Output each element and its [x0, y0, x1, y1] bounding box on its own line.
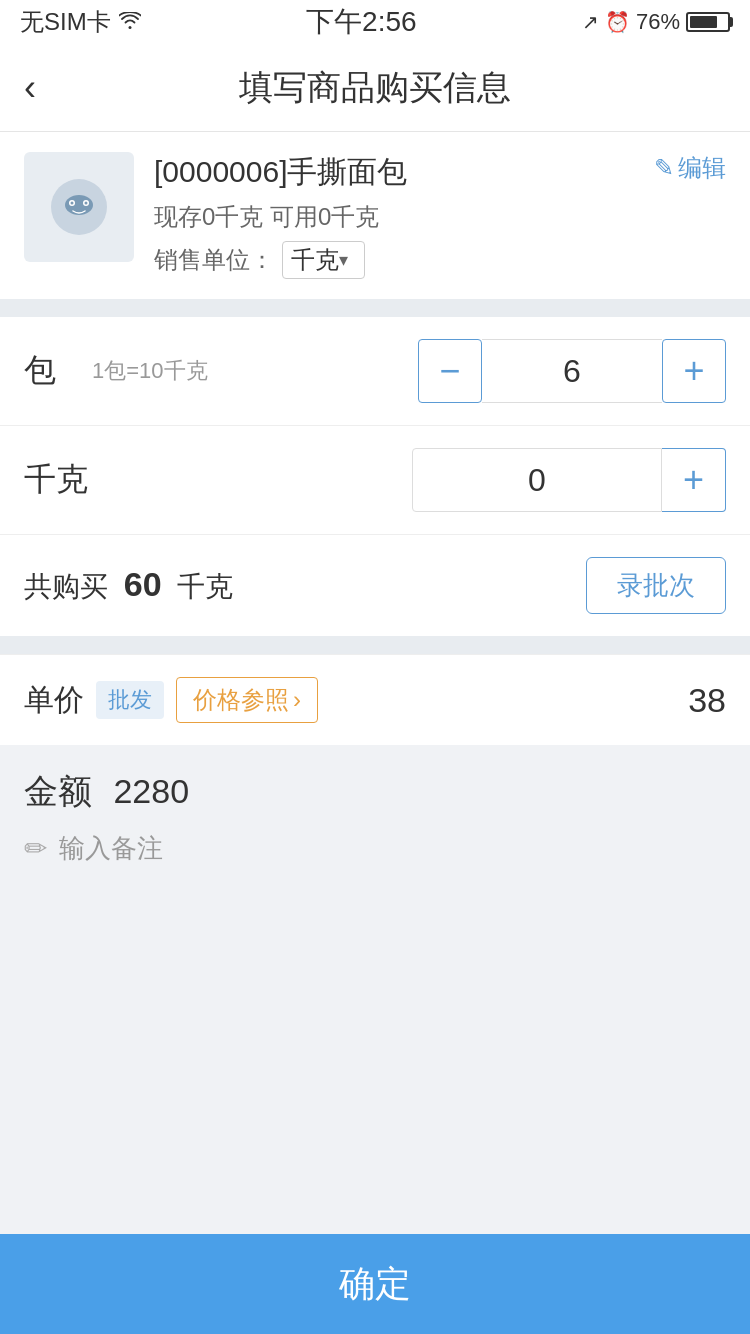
back-button[interactable]: ‹ [24, 67, 36, 109]
confirm-button[interactable]: 确定 [0, 1234, 750, 1334]
amount-section: 金额 2280 ✏ 输入备注 [0, 745, 750, 882]
product-stock: 现存0千克 可用0千克 [154, 201, 726, 233]
svg-point-1 [65, 195, 93, 215]
carrier-label: 无SIM卡 [20, 6, 111, 38]
product-name: [0000006]手撕面包 [154, 152, 407, 193]
unit-value: 千克 [291, 244, 339, 276]
status-bar-right: ↗ ⏰ 76% [582, 9, 730, 35]
batch-button[interactable]: 录批次 [586, 557, 726, 614]
bao-stepper: − + [418, 339, 726, 403]
status-bar: 无SIM卡 下午2:56 ↗ ⏰ 76% [0, 0, 750, 44]
page-title: 填写商品购买信息 [239, 65, 511, 111]
amount-row: 金额 2280 [24, 769, 726, 815]
price-ref-button[interactable]: 价格参照 › [176, 677, 318, 723]
product-unit-row: 销售单位： 千克 ▾ [154, 241, 726, 279]
kg-input-row: 千克 + [0, 426, 750, 535]
alarm-icon: ⏰ [605, 10, 630, 34]
price-left: 单价 批发 价格参照 › [24, 677, 318, 723]
bottom-area [0, 882, 750, 1262]
remark-row[interactable]: ✏ 输入备注 [24, 831, 726, 866]
amount-value: 2280 [113, 772, 189, 810]
chevron-right-icon: › [293, 686, 301, 714]
product-logo [49, 177, 109, 237]
product-card: [0000006]手撕面包 ✎ 编辑 现存0千克 可用0千克 销售单位： 千克 … [0, 132, 750, 299]
amount-label: 金额 [24, 772, 92, 810]
price-value: 38 [688, 681, 726, 720]
edit-icon: ✎ [654, 154, 674, 182]
battery-percent: 76% [636, 9, 680, 35]
svg-point-4 [71, 202, 74, 205]
bao-increment-button[interactable]: + [662, 339, 726, 403]
bao-input-section: 包 1包=10千克 − + 千克 + [0, 317, 750, 535]
battery-icon [686, 12, 730, 32]
total-amount: 60 [124, 565, 162, 603]
chevron-down-icon: ▾ [339, 249, 348, 271]
total-row: 共购买 60 千克 录批次 [0, 535, 750, 636]
nav-bar: ‹ 填写商品购买信息 [0, 44, 750, 132]
remark-placeholder: 输入备注 [59, 831, 163, 866]
status-bar-left: 无SIM卡 [20, 6, 141, 38]
price-section: 单价 批发 价格参照 › 38 [0, 654, 750, 745]
kg-label: 千克 [24, 458, 88, 502]
edit-label: 编辑 [678, 152, 726, 184]
price-ref-label: 价格参照 [193, 684, 289, 716]
unit-select[interactable]: 千克 ▾ [282, 241, 365, 279]
svg-point-5 [85, 202, 88, 205]
product-image [24, 152, 134, 262]
location-icon: ↗ [582, 10, 599, 34]
edit-button[interactable]: ✎ 编辑 [654, 152, 726, 184]
product-info: [0000006]手撕面包 ✎ 编辑 现存0千克 可用0千克 销售单位： 千克 … [154, 152, 726, 279]
bao-input-row: 包 1包=10千克 − + [0, 317, 750, 426]
price-label: 单价 [24, 680, 84, 721]
unit-label: 销售单位： [154, 244, 274, 276]
separator-2 [0, 636, 750, 654]
total-label-text: 共购买 [24, 571, 108, 602]
price-row: 单价 批发 价格参照 › 38 [24, 677, 726, 723]
separator-1 [0, 299, 750, 317]
bao-decrement-button[interactable]: − [418, 339, 482, 403]
wifi-icon [119, 8, 141, 36]
pencil-icon: ✏ [24, 832, 47, 865]
kg-stepper: + [412, 448, 726, 512]
bao-input[interactable] [482, 339, 662, 403]
kg-input[interactable] [412, 448, 662, 512]
kg-increment-button[interactable]: + [662, 448, 726, 512]
bao-hint: 1包=10千克 [92, 356, 418, 386]
total-unit: 千克 [177, 571, 233, 602]
batch-tag: 批发 [96, 681, 164, 719]
total-label: 共购买 60 千克 [24, 565, 233, 606]
status-bar-time: 下午2:56 [306, 3, 417, 41]
bao-label: 包 [24, 349, 84, 393]
